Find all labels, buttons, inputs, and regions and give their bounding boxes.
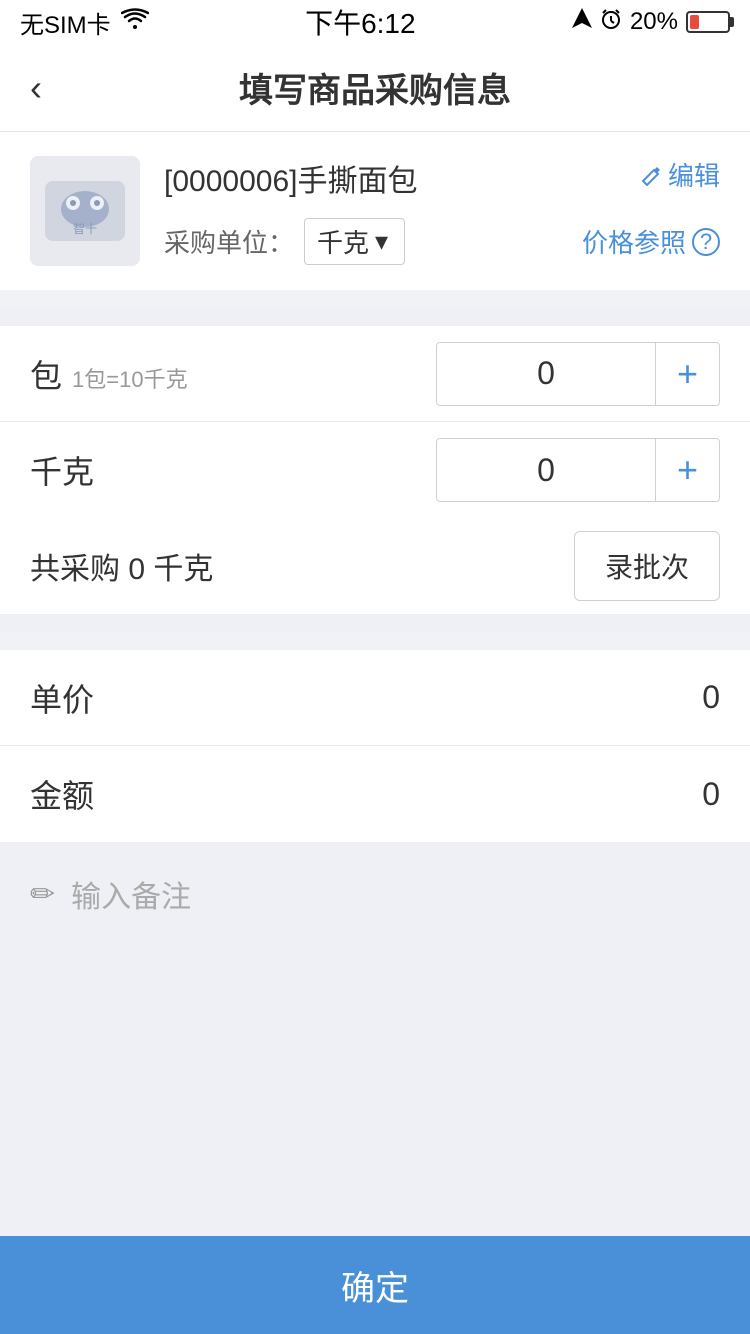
bag-input-row: 包 1包=10千克 0 + [0,326,750,422]
divider-2 [0,614,750,632]
product-image: 智十 [30,156,140,266]
edit-button[interactable]: 编辑 [640,156,720,193]
price-ref-icon: ? [692,228,720,256]
kg-plus-button[interactable]: + [656,438,720,502]
battery-percentage: 20% [630,8,678,36]
bag-value: 0 [537,355,555,392]
carrier-label: 无SIM卡 [20,5,111,40]
total-section: 共采购 0 千克 录批次 [0,518,750,614]
kg-input-wrapper: 0 + [436,438,720,502]
pencil-icon: ✏ [30,877,55,912]
bag-plus-button[interactable]: + [656,342,720,406]
content: 智十 [0000006]手撕面包 编辑 采购单位： 千克 [0,132,750,1246]
unit-price-value: 0 [702,679,720,716]
battery-icon [686,8,730,36]
kg-input-row: 千克 0 + [0,422,750,518]
page-title: 填写商品采购信息 [239,63,511,112]
kg-value: 0 [537,452,555,489]
status-right: 20% [572,8,730,37]
content-spacer [0,946,750,1246]
confirm-button[interactable]: 确定 [0,1236,750,1334]
bag-input-wrapper: 0 + [436,342,720,406]
status-bar: 无SIM卡 下午6:12 20% [0,0,750,44]
svg-text:智十: 智十 [73,221,97,236]
info-section: 单价 0 金额 0 [0,650,750,842]
confirm-label: 确定 [341,1261,409,1310]
amount-row: 金额 0 [0,746,750,842]
edit-label: 编辑 [668,156,720,193]
product-meta: 采购单位： 千克 ▾ 价格参照 ? [164,218,720,265]
price-ref-label: 价格参照 [582,223,686,260]
kg-number-box[interactable]: 0 [436,438,656,502]
status-time: 下午6:12 [305,2,416,42]
note-placeholder: 输入备注 [71,872,191,916]
product-card: 智十 [0000006]手撕面包 编辑 采购单位： 千克 [0,132,750,290]
total-label: 共采购 0 千克 [30,544,213,588]
back-button[interactable]: ‹ [30,67,42,109]
dropdown-arrow: ▾ [375,226,388,257]
nav-bar: ‹ 填写商品采购信息 [0,44,750,132]
input-section: 包 1包=10千克 0 + 千克 0 + [0,326,750,518]
batch-button[interactable]: 录批次 [574,531,720,601]
amount-value: 0 [702,776,720,813]
product-info: [0000006]手撕面包 编辑 采购单位： 千克 ▾ [164,156,720,265]
unit-selector[interactable]: 千克 ▾ [304,218,405,265]
bag-label: 包 1包=10千克 [30,351,190,397]
alarm-icon [600,8,622,37]
purchase-unit-label: 采购单位： [164,223,294,260]
unit-price-label: 单价 [30,675,94,721]
wifi-icon [121,8,149,37]
product-name: [0000006]手撕面包 [164,156,417,200]
location-icon [572,8,592,37]
kg-label: 千克 [30,447,190,493]
price-ref-button[interactable]: 价格参照 ? [582,223,720,260]
bag-sub-label: 1包=10千克 [72,362,188,394]
bag-number-box[interactable]: 0 [436,342,656,406]
product-header: [0000006]手撕面包 编辑 [164,156,720,200]
divider-1 [0,308,750,326]
total-unit: 千克 [153,553,213,586]
status-left: 无SIM卡 [20,5,149,40]
amount-label: 金额 [30,771,94,817]
total-value: 0 [128,553,145,586]
note-section[interactable]: ✏ 输入备注 [0,842,750,946]
unit-value: 千克 [317,223,369,260]
unit-price-row: 单价 0 [0,650,750,746]
purchase-unit: 采购单位： 千克 ▾ [164,218,405,265]
